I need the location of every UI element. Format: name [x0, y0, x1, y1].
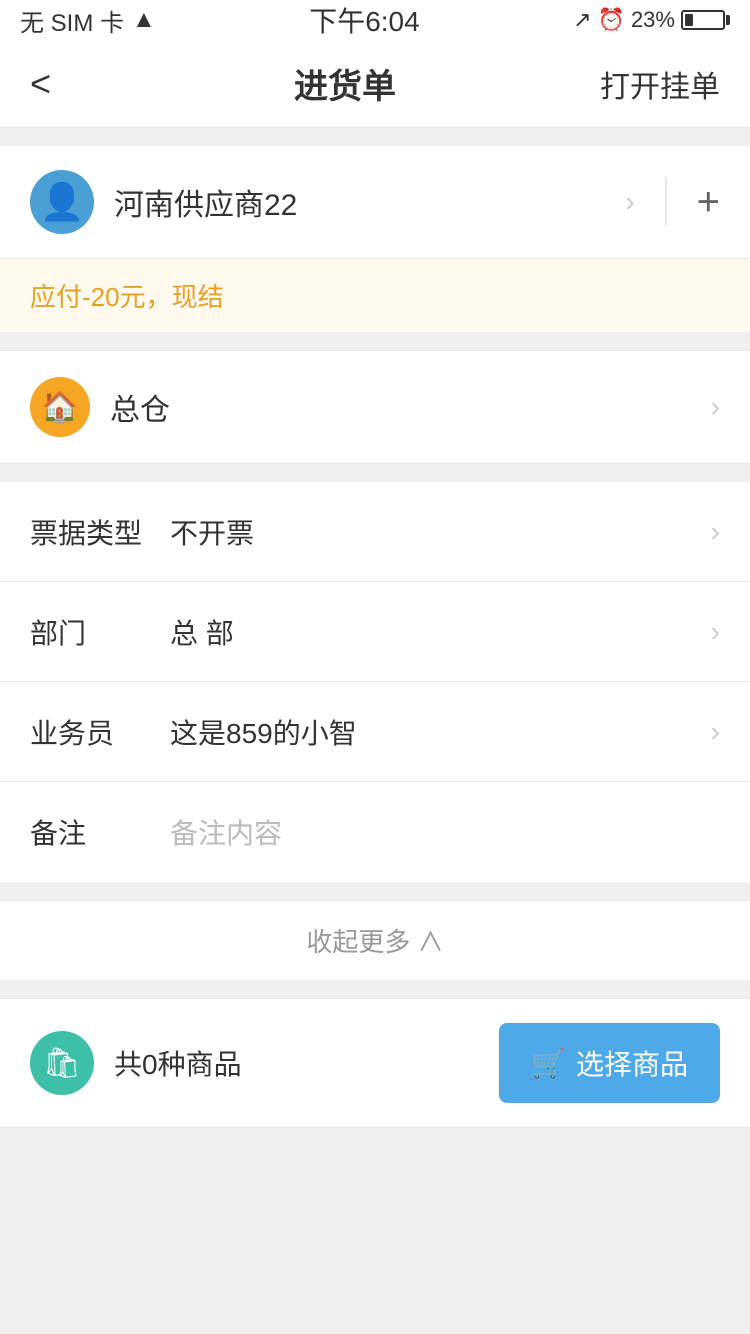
page-title: 进货单	[294, 59, 396, 108]
warehouse-chevron-icon: ›	[711, 391, 720, 423]
ticket-type-label: 票据类型	[30, 512, 150, 552]
notice-text: 应付-20元，现结	[30, 282, 224, 312]
status-left: 无 SIM 卡 ▲	[20, 3, 156, 38]
supplier-avatar: 👤	[30, 170, 94, 234]
remark-label: 备注	[30, 812, 150, 852]
department-value: 总 部	[170, 612, 711, 652]
ticket-type-chevron-icon: ›	[711, 516, 720, 548]
ticket-type-value: 不开票	[170, 512, 711, 552]
section-gap-2	[0, 332, 750, 350]
salesperson-label: 业务员	[30, 712, 150, 752]
person-icon: 👤	[40, 181, 85, 223]
department-chevron-icon: ›	[711, 616, 720, 648]
collapse-label: 收起更多 ∧	[306, 922, 443, 959]
nav-bar: < 进货单 打开挂单	[0, 40, 750, 128]
location-icon: ↗	[573, 7, 591, 33]
form-row-remark[interactable]: 备注 备注内容	[0, 782, 750, 882]
product-count: 共0种商品	[114, 1043, 499, 1083]
warehouse-icon-wrap: 🏠	[30, 377, 90, 437]
salesperson-chevron-icon: ›	[711, 716, 720, 748]
notice-bar: 应付-20元，现结	[0, 259, 750, 332]
add-button[interactable]: +	[697, 180, 720, 225]
home-icon: 🏠	[41, 390, 78, 425]
form-row-ticket-type[interactable]: 票据类型 不开票 ›	[0, 482, 750, 582]
supplier-name: 河南供应商22	[114, 180, 625, 224]
warehouse-name: 总仓	[110, 385, 711, 429]
bottom-bar: 🛍 共0种商品 🛒 选择商品	[0, 998, 750, 1128]
supplier-row[interactable]: 👤 河南供应商22 › +	[0, 146, 750, 259]
collapse-bar[interactable]: 收起更多 ∧	[0, 900, 750, 980]
select-product-label: 选择商品	[576, 1043, 688, 1083]
department-label: 部门	[30, 612, 150, 652]
salesperson-value: 这是859的小智	[170, 712, 711, 752]
carrier-label: 无 SIM 卡	[20, 3, 124, 38]
alarm-icon: ⏰	[598, 7, 625, 33]
wifi-icon: ▲	[132, 6, 156, 34]
product-icon-wrap: 🛍	[30, 1031, 94, 1095]
select-product-icon: 🛒	[531, 1047, 566, 1080]
select-product-button[interactable]: 🛒 选择商品	[499, 1023, 720, 1103]
open-pending-button[interactable]: 打开挂单	[600, 62, 720, 106]
status-bar: 无 SIM 卡 ▲ 下午6:04 ↗ ⏰ 23%	[0, 0, 750, 40]
status-right: ↗ ⏰ 23%	[573, 7, 730, 33]
form-row-salesperson[interactable]: 业务员 这是859的小智 ›	[0, 682, 750, 782]
battery-percent: 23%	[631, 7, 675, 33]
warehouse-row[interactable]: 🏠 总仓 ›	[0, 350, 750, 464]
shopping-bag-icon: 🛍	[43, 1046, 81, 1081]
supplier-chevron-icon: ›	[625, 186, 634, 218]
section-gap-1	[0, 128, 750, 146]
back-button[interactable]: <	[30, 63, 90, 105]
battery-icon	[681, 10, 730, 30]
form-section: 票据类型 不开票 › 部门 总 部 › 业务员 这是859的小智 › 备注 备注…	[0, 482, 750, 882]
supplier-divider	[665, 177, 667, 227]
form-row-department[interactable]: 部门 总 部 ›	[0, 582, 750, 682]
status-time: 下午6:04	[309, 0, 420, 40]
remark-input[interactable]: 备注内容	[170, 812, 720, 852]
